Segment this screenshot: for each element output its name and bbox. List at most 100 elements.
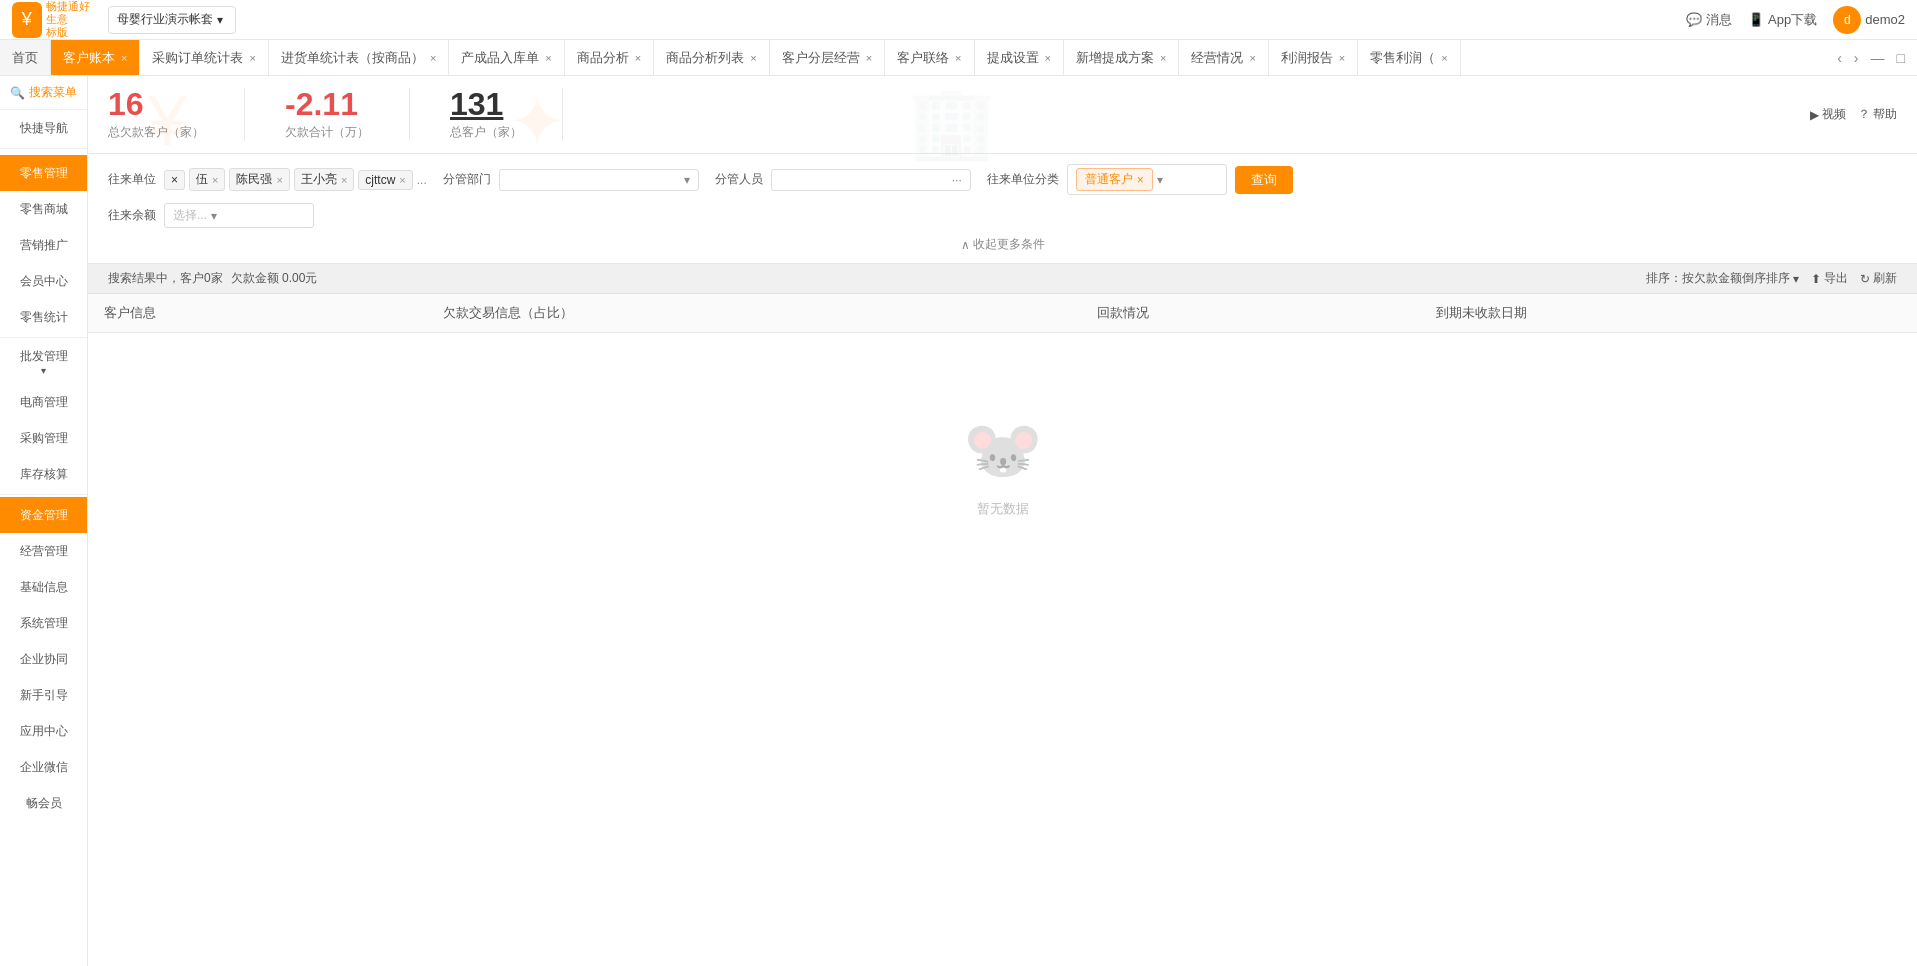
close-tag-wang[interactable]: × — [341, 174, 347, 186]
balance-filter-select[interactable]: 选择... ▾ — [164, 203, 314, 228]
unit-filter-label: 往来单位 — [108, 171, 156, 188]
result-actions: 排序：按欠款金额倒序排序 ▾ ⬆ 导出 ↻ 刷新 — [1646, 270, 1897, 287]
close-tab-product-analysis[interactable]: × — [635, 52, 641, 64]
sidebar-item-inventory-check[interactable]: 库存核算 — [0, 456, 87, 492]
sidebar-divider-3 — [0, 494, 87, 495]
sidebar-item-system-mgmt[interactable]: 系统管理 — [0, 605, 87, 641]
filter-tag-wang: 王小亮 × — [294, 168, 354, 191]
empty-icon: 🐭 — [963, 413, 1043, 488]
close-tab-incoming[interactable]: × — [430, 52, 436, 64]
tab-profit-report[interactable]: 利润报告 × — [1269, 40, 1358, 76]
tab-product-inbound[interactable]: 产成品入库单 × — [449, 40, 564, 76]
query-button[interactable]: 查询 — [1235, 166, 1293, 194]
sidebar-item-marketing[interactable]: 营销推广 — [0, 227, 87, 263]
collapse-button[interactable]: ∧ 收起更多条件 — [961, 236, 1045, 253]
tab-minimize-button[interactable]: — — [1867, 48, 1889, 68]
close-tag-chen[interactable]: × — [276, 174, 282, 186]
tab-prev-button[interactable]: ‹ — [1833, 48, 1846, 68]
sidebar-item-app-center[interactable]: 应用中心 — [0, 713, 87, 749]
close-tab-business-status[interactable]: × — [1249, 52, 1255, 64]
close-tab-profit-report[interactable]: × — [1339, 52, 1345, 64]
nav-tabs: 首页 客户账本 × 采购订单统计表 × 进货单统计表（按商品） × 产成品入库单… — [0, 40, 1917, 76]
tab-home[interactable]: 首页 — [0, 40, 51, 76]
close-tab-purchase[interactable]: × — [249, 52, 255, 64]
more-tags-button[interactable]: ... — [417, 173, 427, 187]
close-tag-wu[interactable]: × — [212, 174, 218, 186]
sidebar-item-basic-info[interactable]: 基础信息 — [0, 569, 87, 605]
tab-purchase-order-stats[interactable]: 采购订单统计表 × — [140, 40, 268, 76]
user-avatar[interactable]: d demo2 — [1833, 6, 1905, 34]
filter-tag-wu: 伍 × — [189, 168, 225, 191]
balance-filter-label: 往来余额 — [108, 207, 156, 224]
close-tab-customer-account[interactable]: × — [121, 52, 127, 64]
close-tab-product-analysis-list[interactable]: × — [750, 52, 756, 64]
result-bar: 搜索结果中，客户0家 欠款金额 0.00元 排序：按欠款金额倒序排序 ▾ ⬆ 导… — [88, 264, 1917, 294]
help-button[interactable]: ？ 帮助 — [1858, 106, 1897, 123]
close-tab-raise-settings[interactable]: × — [1045, 52, 1051, 64]
tab-new-raise-plan[interactable]: 新增提成方案 × — [1064, 40, 1179, 76]
message-icon: 💬 — [1686, 12, 1702, 27]
sidebar-item-retail-mgmt[interactable]: 零售管理 — [0, 155, 87, 191]
data-table: 客户信息 欠款交易信息（占比） 回款情况 到期未收款日期 — [88, 294, 1917, 333]
dept-chevron-icon: ▾ — [684, 173, 690, 187]
tab-customer-layer[interactable]: 客户分层经营 × — [770, 40, 885, 76]
close-tab-retail-profit[interactable]: × — [1441, 52, 1447, 64]
sidebar-item-enterprise-agreement[interactable]: 企业协同 — [0, 641, 87, 677]
message-button[interactable]: 💬 消息 — [1686, 11, 1732, 29]
tab-maximize-button[interactable]: □ — [1893, 48, 1909, 68]
chevron-down-icon: ▾ — [41, 365, 46, 376]
workspace-selector[interactable]: 母婴行业演示帐套 ▾ — [108, 6, 236, 34]
tab-business-status[interactable]: 经营情况 × — [1179, 40, 1268, 76]
search-icon: 🔍 — [10, 86, 25, 100]
col-due-date: 到期未收款日期 — [1420, 294, 1917, 333]
sidebar-item-retail-mall[interactable]: 零售商城 — [0, 191, 87, 227]
stats-bg-icon-1: ¥ — [148, 81, 187, 161]
tab-retail-profit[interactable]: 零售利润（ × — [1358, 40, 1460, 76]
tab-product-analysis[interactable]: 商品分析 × — [565, 40, 654, 76]
export-icon: ⬆ — [1811, 272, 1821, 286]
debt-amount-text: 欠款金额 0.00元 — [231, 270, 318, 287]
col-customer-info: 客户信息 — [88, 294, 427, 333]
close-unit-type-tag[interactable]: × — [1137, 173, 1144, 187]
sidebar-item-enterprise-wechat[interactable]: 企业微信 — [0, 749, 87, 785]
close-tag-cjttcw[interactable]: × — [399, 174, 405, 186]
sidebar-item-purchase-mgmt[interactable]: 采购管理 — [0, 420, 87, 456]
export-button[interactable]: ⬆ 导出 — [1811, 270, 1848, 287]
tab-next-button[interactable]: › — [1850, 48, 1863, 68]
close-tab-new-raise-plan[interactable]: × — [1160, 52, 1166, 64]
empty-label: 暂无数据 — [977, 500, 1029, 518]
search-menu-button[interactable]: 🔍 搜索菜单 — [0, 76, 87, 110]
close-tab-product-inbound[interactable]: × — [545, 52, 551, 64]
unit-type-filter-select[interactable]: 普通客户 × ▾ — [1067, 164, 1227, 195]
person-more-btn[interactable]: ··· — [952, 173, 962, 187]
video-button[interactable]: ▶ 视频 — [1810, 106, 1846, 123]
avatar-icon: d — [1833, 6, 1861, 34]
tab-customer-account[interactable]: 客户账本 × — [51, 40, 140, 76]
tab-product-analysis-list[interactable]: 商品分析列表 × — [654, 40, 769, 76]
tab-customer-contact[interactable]: 客户联络 × — [885, 40, 974, 76]
tab-controls: ‹ › — □ — [1825, 40, 1917, 76]
sidebar-item-retail-stats[interactable]: 零售统计 — [0, 299, 87, 335]
dept-filter-select[interactable]: ▾ — [499, 169, 699, 191]
sidebar-item-ecommerce-mgmt[interactable]: 电商管理 — [0, 384, 87, 420]
tab-raise-settings[interactable]: 提成设置 × — [975, 40, 1064, 76]
filter-row-1: 往来单位 × 伍 × 陈民强 × — [108, 164, 1897, 195]
sidebar-item-capital-mgmt[interactable]: 资金管理 — [0, 497, 87, 533]
sidebar-item-member-center[interactable]: 会员中心 — [0, 263, 87, 299]
refresh-button[interactable]: ↻ 刷新 — [1860, 270, 1897, 287]
sort-selector[interactable]: 排序：按欠款金额倒序排序 ▾ — [1646, 270, 1799, 287]
refresh-icon: ↻ — [1860, 272, 1870, 286]
sidebar-item-operation-mgmt[interactable]: 经营管理 — [0, 533, 87, 569]
main-layout: 🔍 搜索菜单 快捷导航 零售管理 零售商城 营销推广 会员中心 — [0, 76, 1917, 966]
person-filter-select[interactable]: ··· — [771, 169, 971, 191]
top-bar: ¥ 畅捷通好生意 标版 母婴行业演示帐套 ▾ 💬 消息 📱 App下载 d de… — [0, 0, 1917, 40]
sidebar-item-new-guide[interactable]: 新手引导 — [0, 677, 87, 713]
close-tab-customer-layer[interactable]: × — [866, 52, 872, 64]
sidebar-item-vip-member[interactable]: 畅会员 — [0, 785, 87, 821]
sidebar-item-quick-nav[interactable]: 快捷导航 — [0, 110, 87, 146]
sidebar-item-batch-mgmt[interactable]: 批发管理 ▾ — [0, 340, 87, 384]
app-download-button[interactable]: 📱 App下载 — [1748, 11, 1817, 29]
tab-incoming-stats[interactable]: 进货单统计表（按商品） × — [269, 40, 449, 76]
close-tab-customer-contact[interactable]: × — [955, 52, 961, 64]
help-icon: ？ — [1858, 106, 1870, 123]
